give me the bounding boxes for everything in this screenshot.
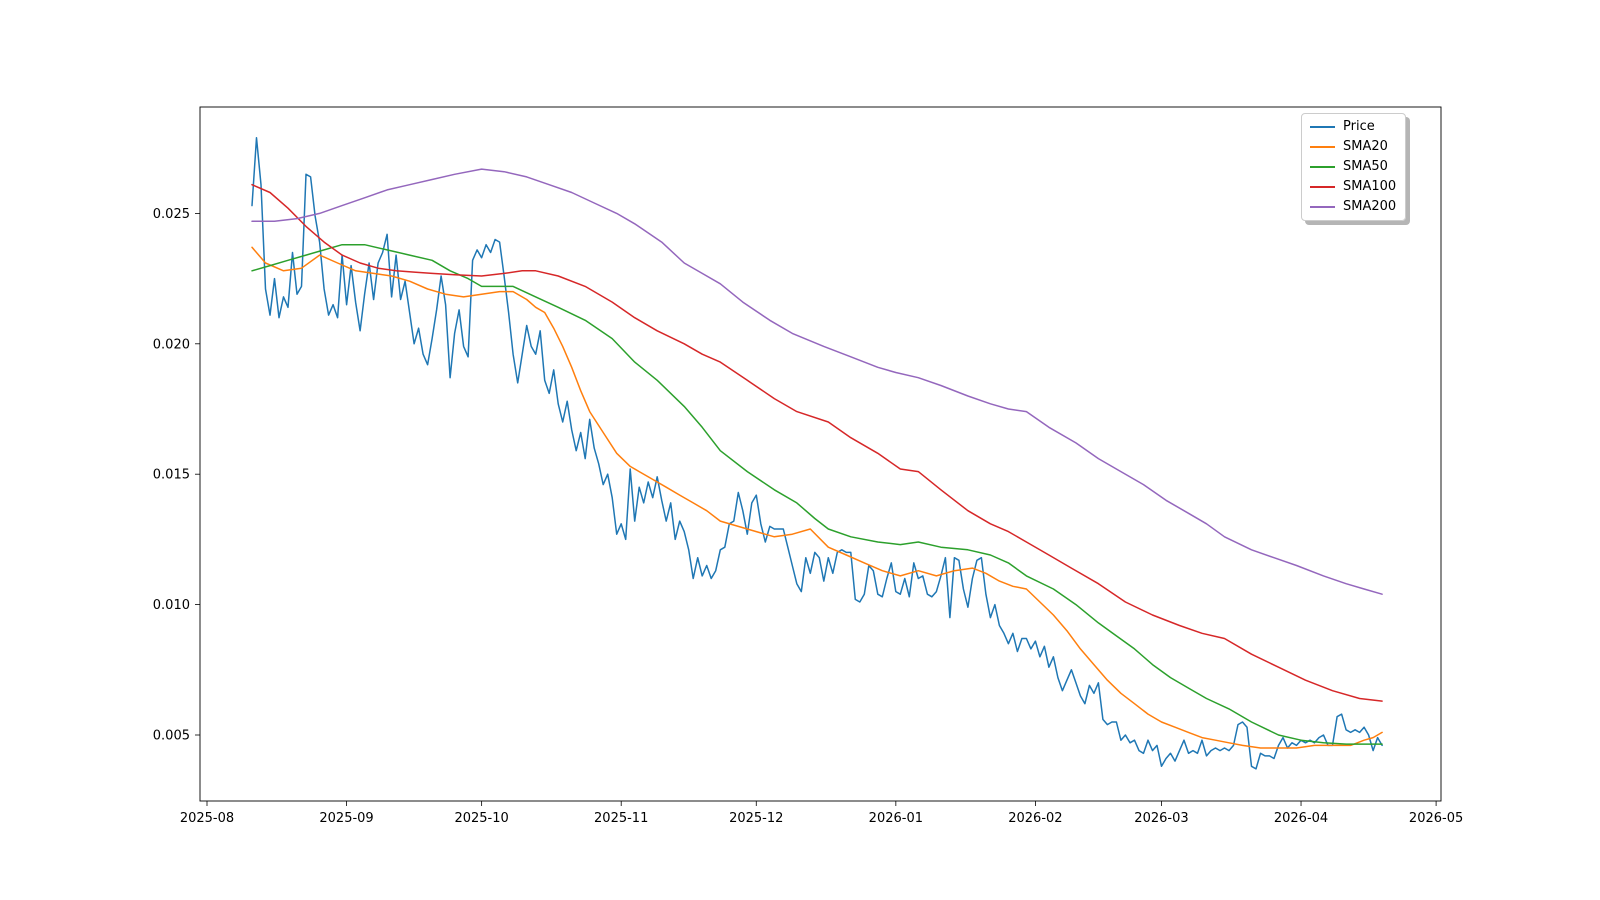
legend-label: Price — [1343, 119, 1375, 134]
legend-line-sample — [1310, 166, 1335, 168]
x-tick-label: 2026-04 — [1274, 811, 1328, 826]
series-line-sma50 — [251, 243, 1383, 745]
x-tick-label: 2026-01 — [869, 811, 923, 826]
x-tick-label: 2026-02 — [1008, 811, 1062, 826]
x-tick-label: 2026-05 — [1409, 811, 1463, 826]
legend-item-sma50: SMA50 — [1310, 159, 1396, 175]
y-tick-label: 0.025 — [153, 207, 190, 222]
legend: Price SMA20 SMA50 SMA100 SMA200 — [1301, 113, 1407, 221]
legend-item-sma20: SMA20 — [1310, 139, 1396, 155]
legend-line-sample — [1310, 186, 1335, 188]
figure: 2025-08 2025-09 2025-10 2025-11 2025-12 2026-… — [0, 0, 1600, 900]
legend-item-sma100: SMA100 — [1310, 179, 1396, 195]
x-tick-label: 2025-08 — [180, 811, 234, 826]
x-tick-label: 2025-11 — [594, 811, 648, 826]
legend-label: SMA50 — [1343, 159, 1388, 174]
y-tick-label: 0.020 — [153, 337, 190, 352]
legend-label: SMA20 — [1343, 139, 1388, 154]
x-tick-label: 2026-03 — [1134, 811, 1188, 826]
legend-item-price: Price — [1310, 119, 1396, 135]
plot-border — [199, 106, 1442, 802]
legend-item-sma200: SMA200 — [1310, 199, 1396, 215]
series-line-sma100 — [251, 183, 1383, 702]
x-tick-label: 2025-09 — [319, 811, 373, 826]
legend-line-sample — [1310, 126, 1335, 128]
y-tick-label: 0.005 — [153, 729, 190, 744]
series-line-price — [251, 137, 1383, 770]
legend-line-sample — [1310, 146, 1335, 148]
series-line-sma200 — [251, 168, 1383, 595]
x-tick-label: 2025-12 — [729, 811, 783, 826]
legend-label: SMA100 — [1343, 179, 1397, 194]
y-tick-label: 0.010 — [153, 598, 190, 613]
series-line-sma20 — [251, 246, 1383, 749]
legend-line-sample — [1310, 206, 1335, 208]
legend-label: SMA200 — [1343, 199, 1397, 214]
x-tick-label: 2025-10 — [454, 811, 508, 826]
y-tick-label: 0.015 — [153, 468, 190, 483]
